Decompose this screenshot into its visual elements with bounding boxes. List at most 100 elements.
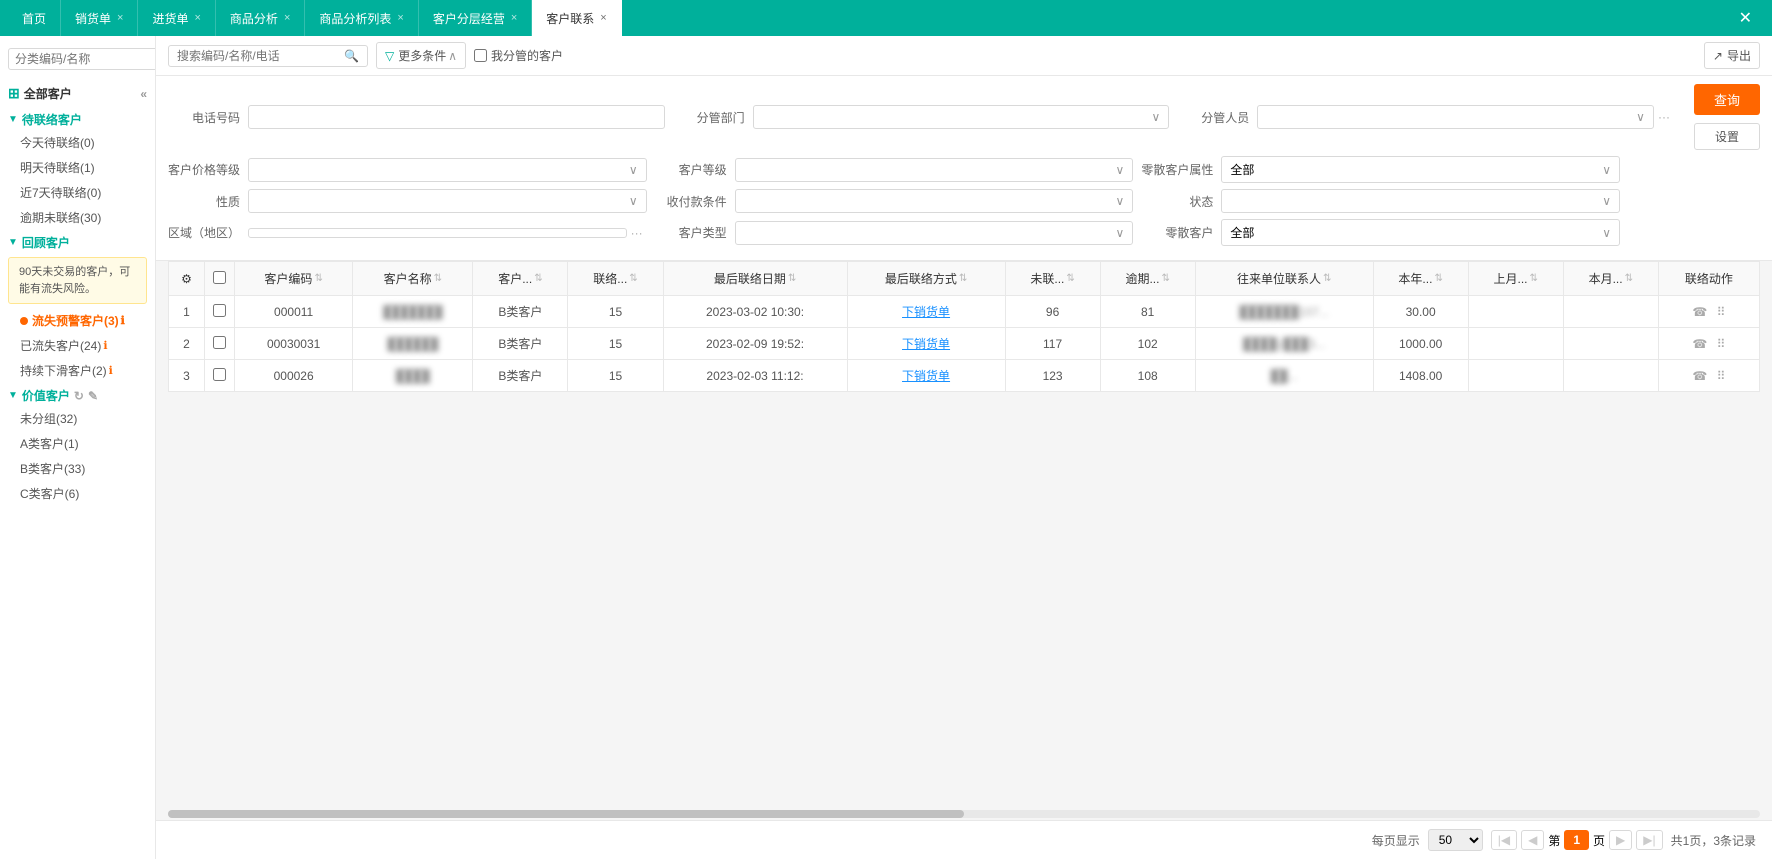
tab-purchase[interactable]: 进货单 × xyxy=(138,0,215,36)
region-select[interactable] xyxy=(248,228,627,238)
my-customers-checkbox[interactable] xyxy=(474,49,487,62)
price-grade-select[interactable]: ∨ xyxy=(248,158,647,182)
search-input[interactable] xyxy=(177,49,344,63)
refresh-icon[interactable]: ↻ xyxy=(74,389,84,403)
cell-checkbox-1[interactable] xyxy=(205,296,235,328)
arrow-icon-2: ▼ xyxy=(8,237,18,248)
action-icon-more-1[interactable]: ⠿ xyxy=(1717,305,1726,319)
th-last-date[interactable]: 最后联络日期⇅ xyxy=(663,262,847,296)
settings-icon[interactable]: ⚙ xyxy=(181,272,192,286)
sidebar-search-input[interactable] xyxy=(8,48,156,70)
tab-sales[interactable]: 销货单 × xyxy=(61,0,138,36)
th-contact-person[interactable]: 往来单位联系人⇅ xyxy=(1195,262,1373,296)
sidebar-item-ungroup[interactable]: 未分组(32) xyxy=(0,406,155,431)
tab-analysis-list[interactable]: 商品分析列表 × xyxy=(305,0,418,36)
export-button[interactable]: ↗ 导出 xyxy=(1704,42,1760,69)
sidebar-item-churn-warning[interactable]: 流失预警客户(3) ℹ xyxy=(0,308,155,333)
tab-sales-close[interactable]: × xyxy=(117,12,123,24)
th-last-method[interactable]: 最后联络方式⇅ xyxy=(847,262,1005,296)
tab-analysis-close[interactable]: × xyxy=(284,12,290,24)
filter-field-customer-type: 客户类型 ∨ xyxy=(655,221,1134,245)
th-checkbox[interactable] xyxy=(205,262,235,296)
th-this-year[interactable]: 本年...⇅ xyxy=(1373,262,1468,296)
select-all-checkbox[interactable] xyxy=(213,271,226,284)
sidebar-item-overdue[interactable]: 逾期未联络(30) xyxy=(0,205,155,230)
action-icon-link-3[interactable]: ☎ xyxy=(1692,369,1707,383)
sidebar-section-review[interactable]: ▼ 回顾客户 xyxy=(0,230,155,253)
cell-tmonth-3 xyxy=(1563,360,1658,392)
th-overdue[interactable]: 逾期...⇅ xyxy=(1100,262,1195,296)
th-type[interactable]: 客户...⇅ xyxy=(473,262,568,296)
sort-icon-code: ⇅ xyxy=(314,273,322,284)
scrollbar-area[interactable] xyxy=(156,808,1772,820)
tab-customer-contact[interactable]: 客户联系 × xyxy=(532,0,621,36)
retail-customer-select[interactable]: 全部 ∨ xyxy=(1221,219,1620,246)
th-this-month[interactable]: 本月...⇅ xyxy=(1563,262,1658,296)
row-checkbox-1[interactable] xyxy=(213,304,226,317)
more-manager-icon[interactable]: ··· xyxy=(1654,110,1674,124)
th-code[interactable]: 客户编码⇅ xyxy=(235,262,353,296)
tab-customer-tier-close[interactable]: × xyxy=(511,12,517,24)
th-contact[interactable]: 联络...⇅ xyxy=(568,262,663,296)
tab-analysis-list-close[interactable]: × xyxy=(397,12,403,24)
retail-attr-select[interactable]: 全部 ∨ xyxy=(1221,156,1620,183)
window-close-button[interactable]: ✕ xyxy=(1727,8,1764,28)
sidebar-item-class-b[interactable]: B类客户(33) xyxy=(0,456,155,481)
th-last-month[interactable]: 上月...⇅ xyxy=(1468,262,1563,296)
edit-icon[interactable]: ✎ xyxy=(88,389,98,403)
prev-page-button[interactable]: ◀ xyxy=(1521,830,1544,850)
search-icon[interactable]: 🔍 xyxy=(344,49,359,63)
department-select[interactable]: ∨ xyxy=(753,105,1170,129)
more-region-icon[interactable]: ··· xyxy=(627,226,647,240)
cell-method-3[interactable]: 下销货单 xyxy=(847,360,1005,392)
row-checkbox-2[interactable] xyxy=(213,336,226,349)
scrollbar-track[interactable] xyxy=(168,810,1760,818)
tab-customer-tier[interactable]: 客户分层经营 × xyxy=(419,0,532,36)
first-page-button[interactable]: |◀ xyxy=(1491,830,1517,850)
last-page-button[interactable]: ▶| xyxy=(1636,830,1662,850)
tab-customer-contact-close[interactable]: × xyxy=(600,12,606,24)
th-unlink[interactable]: 未联...⇅ xyxy=(1005,262,1100,296)
cell-method-1[interactable]: 下销货单 xyxy=(847,296,1005,328)
customer-type-select[interactable]: ∨ xyxy=(735,221,1134,245)
settings-button[interactable]: 设置 xyxy=(1694,123,1760,150)
sidebar-section-value[interactable]: ▼ 价值客户 ↻ ✎ xyxy=(0,383,155,406)
sidebar-item-tomorrow[interactable]: 明天待联络(1) xyxy=(0,155,155,180)
sidebar-all-customers[interactable]: ⊞ 全部客户 « xyxy=(0,80,155,107)
cell-checkbox-2[interactable] xyxy=(205,328,235,360)
filter-field-payment: 收付款条件 ∨ xyxy=(655,189,1134,213)
more-conditions-button[interactable]: ▽ 更多条件 ∧ xyxy=(376,42,466,69)
next-page-button[interactable]: ▶ xyxy=(1609,830,1632,850)
action-icon-more-2[interactable]: ⠿ xyxy=(1717,337,1726,351)
phone-input[interactable] xyxy=(248,105,665,129)
action-icon-more-3[interactable]: ⠿ xyxy=(1717,369,1726,383)
sidebar-item-class-c[interactable]: C类客户(6) xyxy=(0,481,155,506)
sidebar-item-today[interactable]: 今天待联络(0) xyxy=(0,130,155,155)
nature-select[interactable]: ∨ xyxy=(248,189,647,213)
cell-person-1: ███████107... xyxy=(1195,296,1373,328)
cell-name-1: ███████ xyxy=(353,296,473,328)
sidebar-item-churned[interactable]: 已流失客户(24) ℹ xyxy=(0,333,155,358)
sidebar-item-7days[interactable]: 近7天待联络(0) xyxy=(0,180,155,205)
sidebar-section-pending[interactable]: ▼ 待联络客户 xyxy=(0,107,155,130)
status-select[interactable]: ∨ xyxy=(1221,189,1620,213)
cell-checkbox-3[interactable] xyxy=(205,360,235,392)
tab-home[interactable]: 首页 xyxy=(8,0,61,36)
sidebar-item-class-a[interactable]: A类客户(1) xyxy=(0,431,155,456)
th-name[interactable]: 客户名称⇅ xyxy=(353,262,473,296)
action-icon-link-1[interactable]: ☎ xyxy=(1692,305,1707,319)
tab-analysis[interactable]: 商品分析 × xyxy=(216,0,305,36)
cell-method-2[interactable]: 下销货单 xyxy=(847,328,1005,360)
th-settings[interactable]: ⚙ xyxy=(169,262,205,296)
row-checkbox-3[interactable] xyxy=(213,368,226,381)
customer-grade-select[interactable]: ∨ xyxy=(735,158,1134,182)
action-icon-link-2[interactable]: ☎ xyxy=(1692,337,1707,351)
payment-select[interactable]: ∨ xyxy=(735,189,1134,213)
manager-select[interactable]: ∨ xyxy=(1257,105,1654,129)
tab-purchase-close[interactable]: × xyxy=(194,12,200,24)
query-button[interactable]: 查询 xyxy=(1694,84,1760,115)
sidebar-item-declining[interactable]: 持续下滑客户(2) ℹ xyxy=(0,358,155,383)
scrollbar-thumb[interactable] xyxy=(168,810,964,818)
sidebar-collapse-btn[interactable]: « xyxy=(140,87,147,101)
page-size-select[interactable]: 50 100 200 xyxy=(1428,829,1483,851)
